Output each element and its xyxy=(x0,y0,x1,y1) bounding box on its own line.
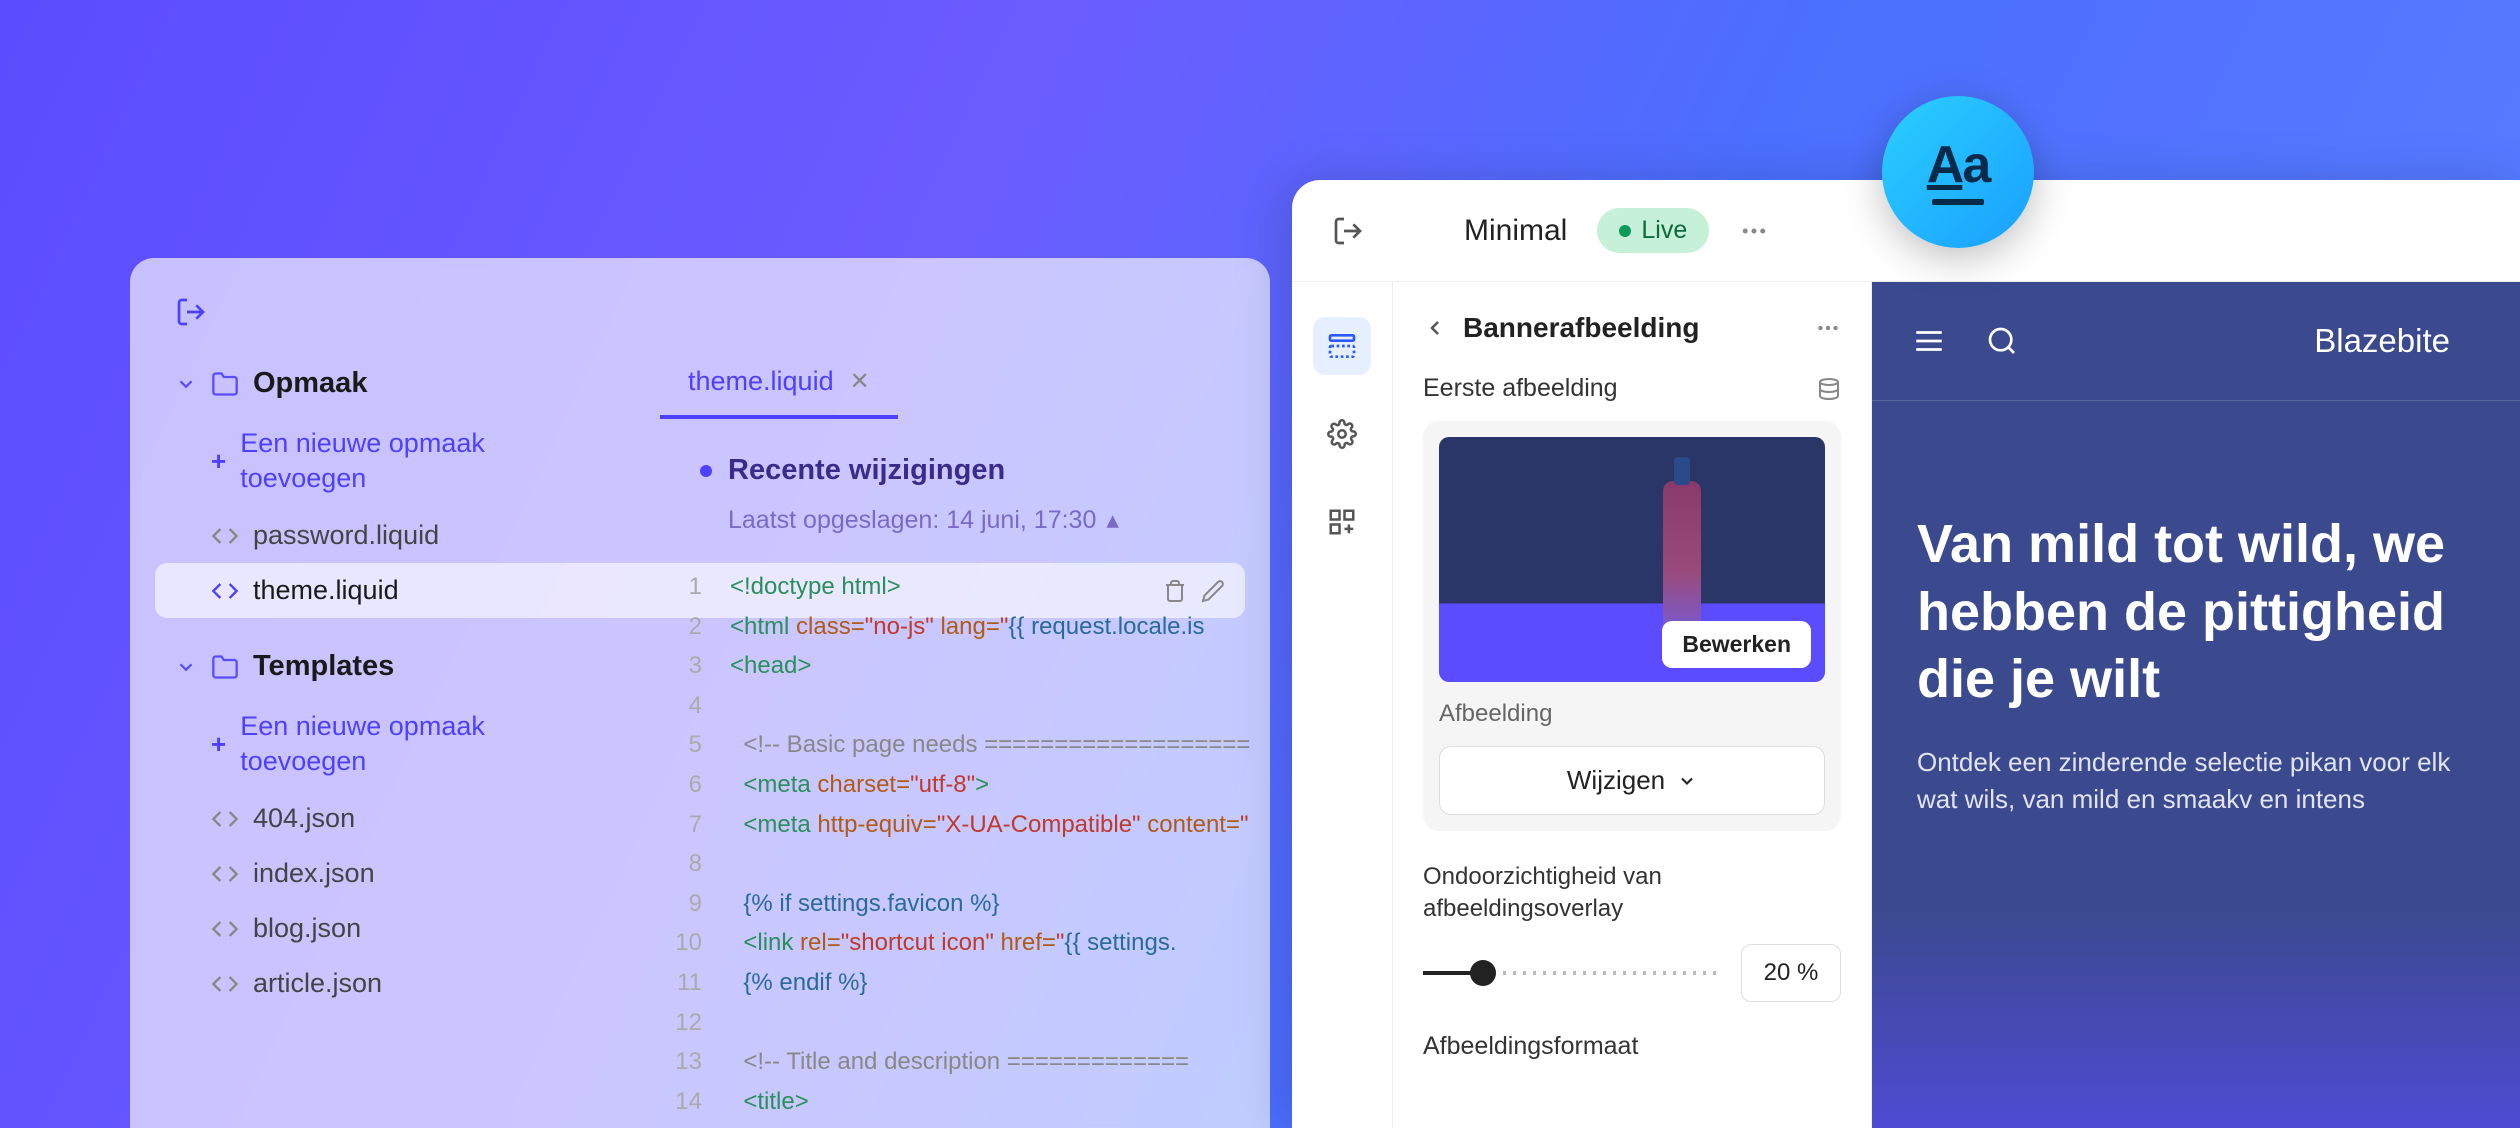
file-name: 404.json xyxy=(253,803,355,834)
add-label: Een nieuwe opmaak toevoegen xyxy=(240,709,520,779)
plus-icon: + xyxy=(211,729,226,760)
close-icon[interactable]: ✕ xyxy=(850,367,870,396)
file-name: article.json xyxy=(253,968,382,999)
code-line: 1<!doctype html> xyxy=(660,567,1270,607)
back-icon[interactable] xyxy=(1423,316,1447,340)
code-editor-header xyxy=(130,258,1270,353)
code-icon xyxy=(211,915,239,943)
settings-content: Eerste afbeelding Bewerken Afbeelding Wi… xyxy=(1393,374,1871,1091)
hero-section: Van mild tot wild, we hebben de pittighe… xyxy=(1872,401,2520,819)
chevron-down-icon xyxy=(175,373,197,395)
aa-icon: Aa xyxy=(1927,139,1989,191)
code-line: 6 <meta charset="utf-8"> xyxy=(660,765,1270,805)
code-line: 2<html class="no-js" lang="{{ request.lo… xyxy=(660,607,1270,647)
caret-up-icon: ▴ xyxy=(1106,505,1119,535)
file-name: index.json xyxy=(253,858,375,889)
editor-body: Bannerafbeelding Eerste afbeelding Bewer… xyxy=(1292,282,2520,1128)
code-content[interactable]: 1<!doctype html>2<html class="no-js" lan… xyxy=(660,555,1270,1128)
opacity-value-input[interactable]: 20 % xyxy=(1741,944,1841,1002)
live-dot-icon xyxy=(1619,225,1631,237)
code-line: 15 {{ page_title }}{% if current_tags %}… xyxy=(660,1121,1270,1128)
tab-name: theme.liquid xyxy=(688,366,834,397)
apps-tool[interactable] xyxy=(1313,493,1371,551)
first-image-label: Eerste afbeelding xyxy=(1423,374,1618,403)
settings-column: Bannerafbeelding Eerste afbeelding Bewer… xyxy=(1392,282,1872,1128)
image-preview[interactable]: Bewerken xyxy=(1439,437,1825,682)
underline-icon xyxy=(1932,199,1984,205)
chevron-down-icon xyxy=(1677,771,1697,791)
hero-gradient-overlay xyxy=(1872,908,2520,1128)
code-line: 9 {% if settings.favicon %} xyxy=(660,884,1270,924)
plus-icon: + xyxy=(211,446,226,477)
recent-changes-block: Recente wijzigingen Laatst opgeslagen: 1… xyxy=(660,419,1270,555)
dynamic-source-icon[interactable] xyxy=(1817,377,1841,401)
image-sublabel: Afbeelding xyxy=(1439,700,1825,728)
more-icon[interactable] xyxy=(1739,216,1769,246)
theme-name: Minimal xyxy=(1464,214,1567,248)
typography-badge[interactable]: Aa xyxy=(1882,96,2034,248)
opacity-section: Ondoorzichtigheid van afbeeldingsoverlay xyxy=(1423,861,1841,926)
editor-tab[interactable]: theme.liquid ✕ xyxy=(660,348,898,419)
chevron-down-icon xyxy=(175,656,197,678)
settings-header: Bannerafbeelding xyxy=(1393,282,1871,374)
more-icon[interactable] xyxy=(1815,315,1841,341)
slider-thumb[interactable] xyxy=(1470,960,1496,986)
recent-changes-title: Recente wijzigingen xyxy=(700,454,1230,487)
code-icon xyxy=(211,860,239,888)
edit-image-button[interactable]: Bewerken xyxy=(1662,621,1811,668)
last-saved-label[interactable]: Laatst opgeslagen: 14 juni, 17:30 ▴ xyxy=(728,505,1230,535)
code-line: 14 <title> xyxy=(660,1082,1270,1122)
image-card: Bewerken Afbeelding Wijzigen xyxy=(1423,421,1841,831)
first-image-row: Eerste afbeelding xyxy=(1423,374,1841,403)
sections-tool[interactable] xyxy=(1313,317,1371,375)
change-image-button[interactable]: Wijzigen xyxy=(1439,746,1825,815)
theme-editor-panel: Minimal Live Bannerafbeelding xyxy=(1292,180,2520,1128)
code-line: 7 <meta http-equiv="X-UA-Compatible" con… xyxy=(660,805,1270,845)
code-icon xyxy=(211,805,239,833)
code-line: 5 <!-- Basic page needs ================… xyxy=(660,725,1270,765)
tool-rail xyxy=(1292,282,1392,1128)
file-name: theme.liquid xyxy=(253,575,399,606)
file-name: blog.json xyxy=(253,913,361,944)
settings-title: Bannerafbeelding xyxy=(1463,312,1799,344)
add-label: Een nieuwe opmaak toevoegen xyxy=(240,426,520,496)
menu-icon[interactable] xyxy=(1912,324,1946,358)
code-line: 8 xyxy=(660,844,1270,884)
code-line: 4 xyxy=(660,686,1270,726)
code-icon xyxy=(211,577,239,605)
code-editor-panel: Opmaak + Een nieuwe opmaak toevoegen pas… xyxy=(130,258,1270,1128)
opacity-slider-row: 20 % xyxy=(1423,944,1841,1002)
editor-area: theme.liquid ✕ Recente wijzigingen Laats… xyxy=(660,348,1270,1128)
preview-header: Blazebite xyxy=(1872,282,2520,401)
exit-icon[interactable] xyxy=(175,296,1225,328)
section-title: Opmaak xyxy=(253,367,367,400)
brand-name: Blazebite xyxy=(2314,322,2450,360)
folder-icon xyxy=(211,653,239,681)
hero-title: Van mild tot wild, we hebben de pittighe… xyxy=(1917,511,2475,714)
opacity-slider[interactable] xyxy=(1423,971,1723,975)
search-icon[interactable] xyxy=(1986,325,2018,357)
exit-icon[interactable] xyxy=(1332,215,1364,247)
code-line: 10 <link rel="shortcut icon" href="{{ se… xyxy=(660,923,1270,963)
code-icon xyxy=(211,522,239,550)
code-line: 13 <!-- Title and description ==========… xyxy=(660,1042,1270,1082)
file-name: password.liquid xyxy=(253,520,439,551)
code-icon xyxy=(211,970,239,998)
preview-column: Blazebite Van mild tot wild, we hebben d… xyxy=(1872,282,2520,1128)
code-line: 12 xyxy=(660,1003,1270,1043)
product-image xyxy=(1663,481,1701,631)
code-line: 3<head> xyxy=(660,646,1270,686)
hero-subtitle: Ontdek een zinderende selectie pikan voo… xyxy=(1917,744,2475,819)
opacity-label: Ondoorzichtigheid van afbeeldingsoverlay xyxy=(1423,861,1841,926)
live-badge: Live xyxy=(1597,208,1709,253)
format-label: Afbeeldingsformaat xyxy=(1423,1032,1841,1061)
folder-icon xyxy=(211,370,239,398)
settings-tool[interactable] xyxy=(1313,405,1371,463)
section-title: Templates xyxy=(253,650,394,683)
code-line: 11 {% endif %} xyxy=(660,963,1270,1003)
unsaved-dot-icon xyxy=(700,465,712,477)
tab-bar: theme.liquid ✕ xyxy=(660,348,1270,419)
